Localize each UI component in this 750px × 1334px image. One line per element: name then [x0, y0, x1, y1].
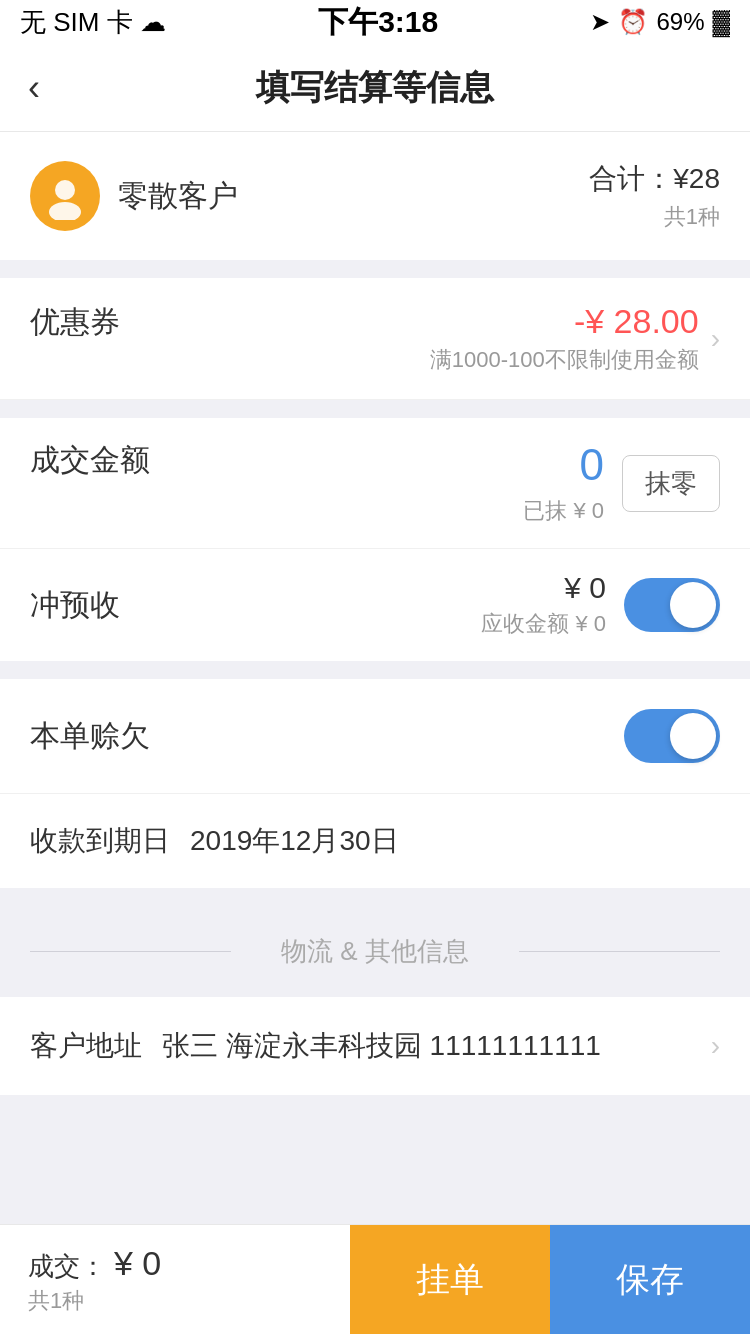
prepay-row: 冲预收 ¥ 0 应收金额 ¥ 0	[0, 549, 750, 661]
address-value: 张三 海淀永丰科技园 11111111111	[162, 1027, 711, 1065]
save-button[interactable]: 保存	[550, 1225, 750, 1335]
coupon-chevron-icon: ›	[711, 323, 720, 355]
customer-row: 零散客户 合计：¥28 共1种	[0, 132, 750, 260]
customer-name: 零散客户	[118, 176, 238, 217]
due-date-label: 收款到期日	[30, 822, 170, 860]
logistics-divider-line-left	[30, 951, 231, 952]
logistics-divider-line-right	[519, 951, 720, 952]
content: 零散客户 合计：¥28 共1种 优惠券 -¥ 28.00 满1000-100不限…	[0, 132, 750, 1334]
prepay-toggle-knob	[670, 582, 716, 628]
prepay-label: 冲预收	[30, 585, 120, 626]
customer-count: 共1种	[589, 202, 720, 232]
prepay-right: ¥ 0 应收金额 ¥ 0	[481, 571, 720, 639]
logistics-section: 物流 & 其他信息	[0, 906, 750, 997]
credit-toggle[interactable]	[624, 709, 720, 763]
customer-left: 零散客户	[30, 161, 238, 231]
address-row[interactable]: 客户地址 张三 海淀永丰科技园 11111111111 ›	[0, 997, 750, 1095]
deal-amount-right: 0 已抹 ¥ 0 抹零	[523, 440, 720, 526]
customer-right: 合计：¥28 共1种	[589, 160, 720, 232]
coupon-right: -¥ 28.00 满1000-100不限制使用金额 ›	[430, 302, 720, 375]
bottom-bar: 成交： ¥ 0 共1种 挂单 保存	[0, 1224, 750, 1334]
nav-bar: ‹ 填写结算等信息	[0, 44, 750, 132]
divider-4	[0, 888, 750, 906]
status-left: 无 SIM 卡 ☁	[20, 5, 166, 40]
deal-amount-row: 成交金额 0 已抹 ¥ 0 抹零	[0, 418, 750, 549]
deal-amount-sub: 已抹 ¥ 0	[523, 496, 604, 526]
sim-label: 无 SIM 卡 ☁	[20, 5, 166, 40]
location-icon: ➤	[590, 8, 610, 36]
page-title: 填写结算等信息	[256, 65, 494, 111]
address-label: 客户地址	[30, 1027, 142, 1065]
logistics-label: 物流 & 其他信息	[281, 934, 469, 969]
bottom-amount: ¥ 0	[114, 1244, 161, 1283]
bottom-info: 成交： ¥ 0 共1种	[0, 1244, 350, 1316]
coupon-label: 优惠券	[30, 302, 120, 343]
bottom-deal-label: 成交：	[28, 1249, 106, 1284]
hold-button[interactable]: 挂单	[350, 1225, 550, 1335]
prepay-toggle[interactable]	[624, 578, 720, 632]
credit-label: 本单赊欠	[30, 716, 150, 757]
coupon-description: 满1000-100不限制使用金额	[430, 345, 699, 375]
alarm-icon: ⏰	[618, 8, 648, 36]
deal-amount-value: 0	[523, 440, 604, 490]
svg-point-1	[49, 202, 81, 220]
coupon-amount: -¥ 28.00	[430, 302, 699, 341]
divider-2	[0, 400, 750, 418]
prepay-values: ¥ 0 应收金额 ¥ 0	[481, 571, 606, 639]
due-date-value: 2019年12月30日	[190, 822, 399, 860]
credit-toggle-knob	[670, 713, 716, 759]
divider-1	[0, 260, 750, 278]
back-button[interactable]: ‹	[28, 67, 40, 109]
address-chevron-icon: ›	[711, 1030, 720, 1062]
prepay-sub: 应收金额 ¥ 0	[481, 609, 606, 639]
customer-avatar	[30, 161, 100, 231]
round-zero-button[interactable]: 抹零	[622, 455, 720, 512]
battery-icon: ▓	[713, 8, 731, 36]
coupon-right-text: -¥ 28.00 满1000-100不限制使用金额	[430, 302, 699, 375]
bottom-count: 共1种	[28, 1286, 322, 1316]
status-time: 下午3:18	[318, 2, 438, 43]
logistics-divider: 物流 & 其他信息	[0, 934, 750, 969]
status-right: ➤ ⏰ 69% ▓	[590, 8, 730, 36]
divider-3	[0, 661, 750, 679]
due-date-row: 收款到期日 2019年12月30日	[0, 793, 750, 888]
customer-total: 合计：¥28	[589, 160, 720, 198]
battery-label: 69%	[656, 8, 704, 36]
status-bar: 无 SIM 卡 ☁ 下午3:18 ➤ ⏰ 69% ▓	[0, 0, 750, 44]
prepay-amount: ¥ 0	[481, 571, 606, 605]
deal-amount-col: 0 已抹 ¥ 0	[523, 440, 604, 526]
coupon-row[interactable]: 优惠券 -¥ 28.00 满1000-100不限制使用金额 ›	[0, 278, 750, 400]
credit-row: 本单赊欠	[0, 679, 750, 793]
deal-amount-label: 成交金额	[30, 440, 150, 481]
svg-point-0	[55, 180, 75, 200]
